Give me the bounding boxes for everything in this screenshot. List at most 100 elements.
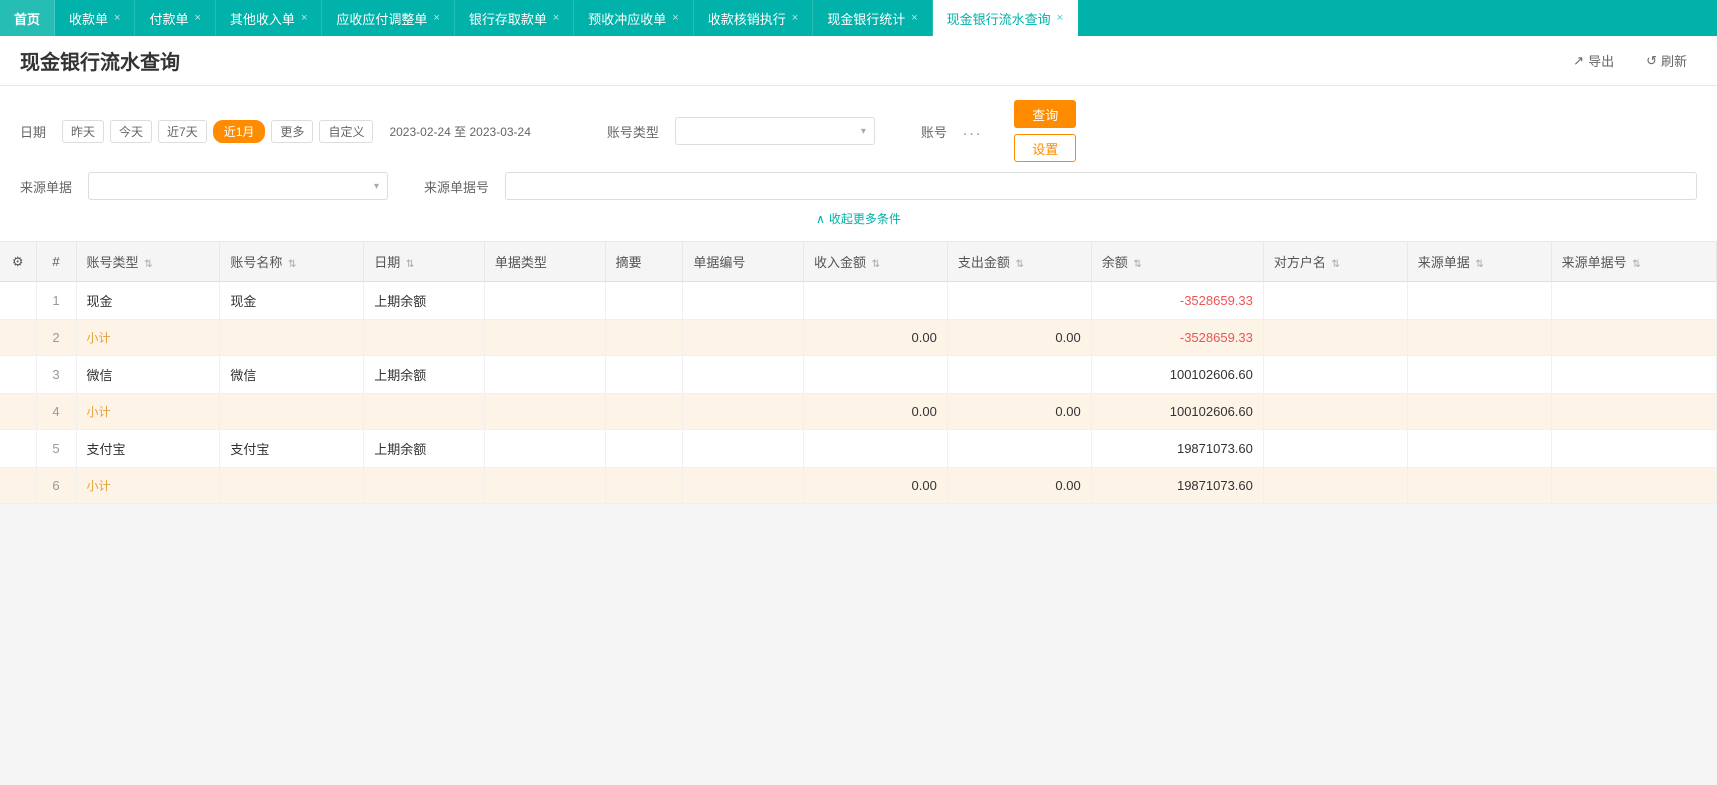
- cell-source_doc_no: [1551, 320, 1716, 356]
- cell-account_type: 小计: [76, 468, 220, 504]
- cell-source_doc_no: [1551, 394, 1716, 430]
- cell-no: 5: [36, 430, 76, 468]
- nav-tab[interactable]: 银行存取款单×: [455, 0, 574, 36]
- source-doc-select[interactable]: ▾: [88, 172, 388, 200]
- date-option-btn[interactable]: 近7天: [158, 120, 207, 143]
- sort-icon: ⇅: [1133, 259, 1141, 270]
- tab-close-icon[interactable]: ×: [553, 12, 559, 24]
- cell-account_type: 小计: [76, 394, 220, 430]
- account-type-arrow-icon: ▾: [861, 126, 866, 137]
- collapse-button[interactable]: ∧ 收起更多条件: [816, 210, 901, 227]
- cell-income: 0.00: [804, 394, 948, 430]
- account-more-btn[interactable]: ...: [963, 122, 982, 140]
- tab-close-icon[interactable]: ×: [672, 12, 678, 24]
- cell-source_doc: [1407, 282, 1551, 320]
- tab-close-icon[interactable]: ×: [792, 12, 798, 24]
- filter-buttons: 查询 设置: [1014, 100, 1076, 162]
- nav-tab[interactable]: 现金银行统计×: [813, 0, 932, 36]
- nav-tab[interactable]: 预收冲应收单×: [574, 0, 693, 36]
- cell-source_doc: [1407, 356, 1551, 394]
- table-row: 2小计0.000.00-3528659.33: [0, 320, 1717, 356]
- cell-income: [804, 356, 948, 394]
- nav-home[interactable]: 首页: [0, 0, 55, 36]
- col-no: #: [36, 242, 76, 282]
- col-account_name[interactable]: 账号名称 ⇅: [220, 242, 364, 282]
- tab-close-icon[interactable]: ×: [911, 12, 917, 24]
- cell-summary: [605, 282, 683, 320]
- date-option-btn[interactable]: 更多: [271, 120, 313, 143]
- nav-tab[interactable]: 付款单×: [135, 0, 215, 36]
- cell-source_doc: [1407, 320, 1551, 356]
- nav-tab[interactable]: 其他收入单×: [216, 0, 322, 36]
- tab-close-icon[interactable]: ×: [114, 12, 120, 24]
- cell-no: 1: [36, 282, 76, 320]
- cell-account_name: 现金: [220, 282, 364, 320]
- cell-expense: 0.00: [947, 320, 1091, 356]
- col-doc_type: 单据类型: [484, 242, 605, 282]
- cell-settings: [0, 356, 36, 394]
- cell-balance: -3528659.33: [1091, 282, 1263, 320]
- cell-summary: [605, 430, 683, 468]
- tab-close-icon[interactable]: ×: [301, 12, 307, 24]
- cell-income: 0.00: [804, 320, 948, 356]
- cell-source_doc: [1407, 394, 1551, 430]
- cell-settings: [0, 430, 36, 468]
- cell-expense: [947, 356, 1091, 394]
- cell-no: 3: [36, 356, 76, 394]
- cell-counterpart: [1263, 282, 1407, 320]
- source-doc-no-input[interactable]: [505, 172, 1697, 200]
- sort-icon: ⇅: [1475, 259, 1483, 270]
- query-button[interactable]: 查询: [1014, 100, 1076, 128]
- cell-income: [804, 282, 948, 320]
- cell-doc_type: [484, 394, 605, 430]
- col-account_type[interactable]: 账号类型 ⇅: [76, 242, 220, 282]
- col-summary: 摘要: [605, 242, 683, 282]
- col-source_doc_no[interactable]: 来源单据号 ⇅: [1551, 242, 1716, 282]
- account-type-select[interactable]: ▾: [675, 117, 875, 145]
- sort-icon: ⇅: [288, 259, 296, 270]
- cell-account_type: 微信: [76, 356, 220, 394]
- date-options: 昨天今天近7天近1月更多自定义: [62, 120, 373, 143]
- tab-close-icon[interactable]: ×: [194, 12, 200, 24]
- table-row: 6小计0.000.0019871073.60: [0, 468, 1717, 504]
- col-doc_no: 单据编号: [683, 242, 804, 282]
- refresh-button[interactable]: ↺ 刷新: [1636, 46, 1697, 75]
- table-row: 4小计0.000.00100102606.60: [0, 394, 1717, 430]
- col-date[interactable]: 日期 ⇅: [364, 242, 485, 282]
- col-counterpart[interactable]: 对方户名 ⇅: [1263, 242, 1407, 282]
- cell-date: [364, 468, 485, 504]
- tab-close-icon[interactable]: ×: [433, 12, 439, 24]
- date-option-btn[interactable]: 近1月: [213, 120, 266, 143]
- cell-date: [364, 320, 485, 356]
- col-expense[interactable]: 支出金额 ⇅: [947, 242, 1091, 282]
- cell-account_type: 支付宝: [76, 430, 220, 468]
- cell-doc_no: [683, 430, 804, 468]
- cell-doc_no: [683, 282, 804, 320]
- date-option-btn[interactable]: 今天: [110, 120, 152, 143]
- cell-source_doc_no: [1551, 430, 1716, 468]
- col-source_doc[interactable]: 来源单据 ⇅: [1407, 242, 1551, 282]
- tab-close-icon[interactable]: ×: [1057, 12, 1063, 24]
- cell-doc_type: [484, 320, 605, 356]
- cell-date: 上期余额: [364, 282, 485, 320]
- nav-tab[interactable]: 收款核销执行×: [694, 0, 813, 36]
- sort-icon: ⇅: [1632, 259, 1640, 270]
- nav-tab[interactable]: 收款单×: [55, 0, 135, 36]
- settings-button[interactable]: 设置: [1014, 134, 1076, 162]
- col-income[interactable]: 收入金额 ⇅: [804, 242, 948, 282]
- nav-tab[interactable]: 现金银行流水查询×: [933, 0, 1078, 36]
- cell-settings: [0, 468, 36, 504]
- collapse-row: ∧ 收起更多条件: [20, 210, 1697, 227]
- export-button[interactable]: ↗ 导出: [1563, 46, 1624, 75]
- col-balance[interactable]: 余额 ⇅: [1091, 242, 1263, 282]
- cell-source_doc: [1407, 468, 1551, 504]
- date-option-btn[interactable]: 自定义: [319, 120, 373, 143]
- cell-doc_type: [484, 356, 605, 394]
- nav-tab[interactable]: 应收应付调整单×: [322, 0, 454, 36]
- cell-counterpart: [1263, 430, 1407, 468]
- filter-area: 日期 昨天今天近7天近1月更多自定义 2023-02-24 至 2023-03-…: [0, 86, 1717, 242]
- cell-account_name: [220, 468, 364, 504]
- date-option-btn[interactable]: 昨天: [62, 120, 104, 143]
- col-settings: ⚙: [0, 242, 36, 282]
- cell-source_doc_no: [1551, 468, 1716, 504]
